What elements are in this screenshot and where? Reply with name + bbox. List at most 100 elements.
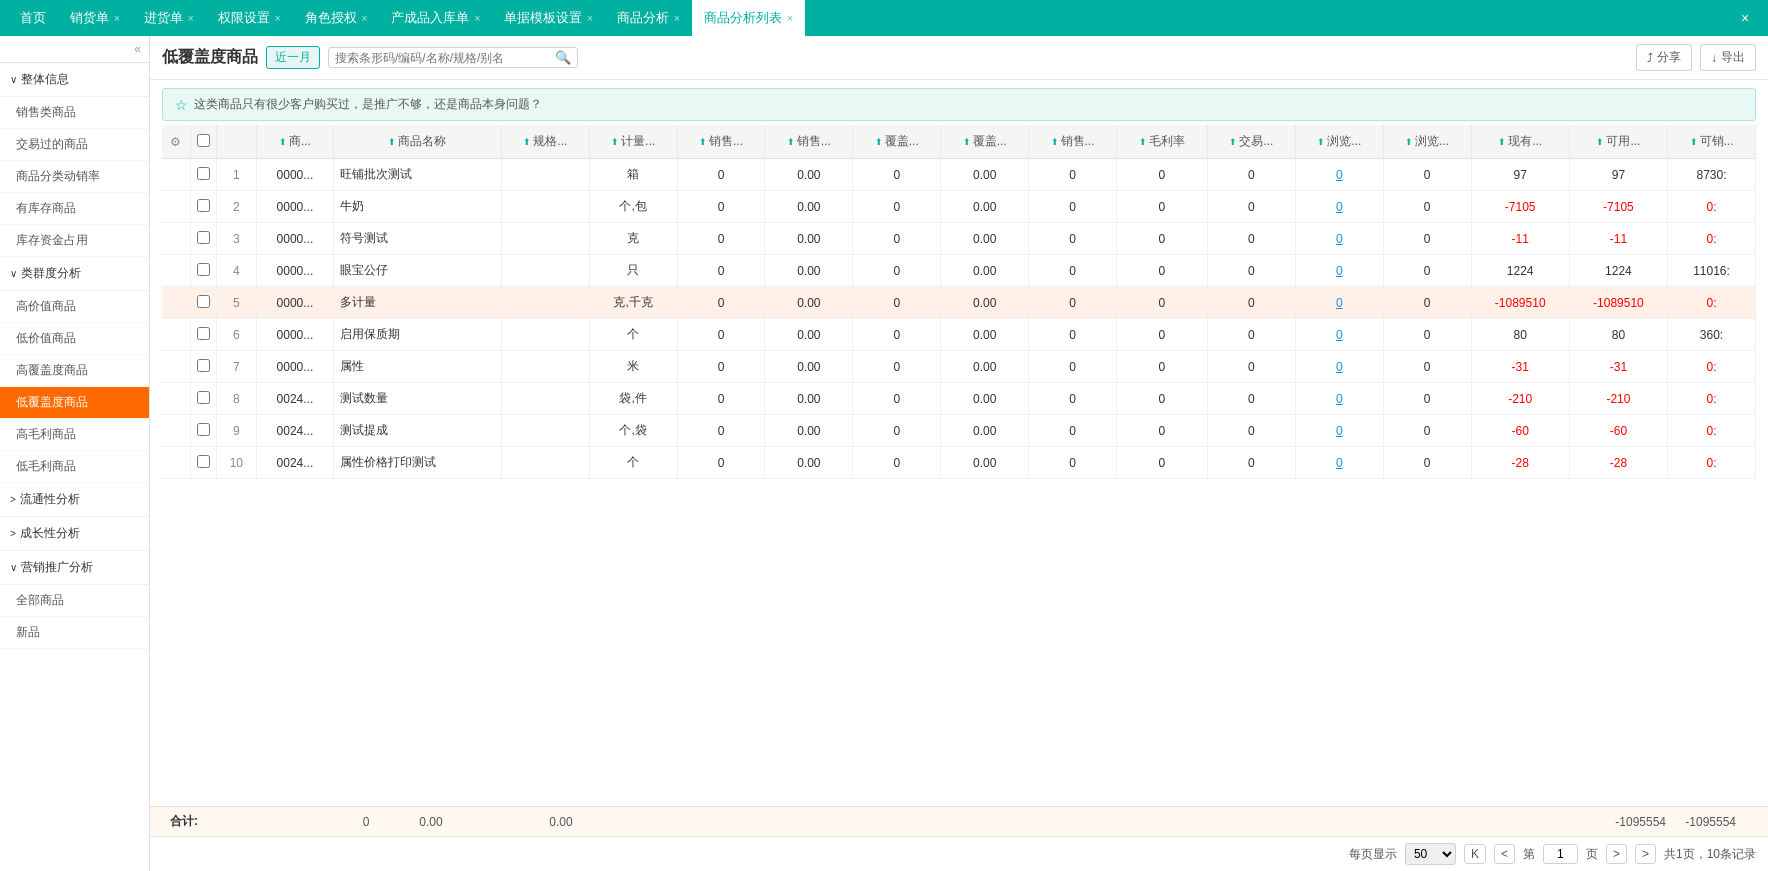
row-browse-a[interactable]: 0	[1295, 223, 1383, 255]
table-container[interactable]: ⚙ ⬆商... ⬆商品名称 ⬆规格... ⬆计量... ⬆销售... ⬆销售..…	[150, 125, 1768, 806]
th-trade[interactable]: ⬆交易...	[1207, 125, 1295, 159]
th-cover-b[interactable]: ⬆覆盖...	[941, 125, 1029, 159]
nav-purchase[interactable]: 进货单 ×	[132, 0, 206, 36]
nav-role-close[interactable]: ×	[362, 13, 368, 24]
search-input[interactable]	[335, 51, 555, 65]
row-settings[interactable]	[162, 415, 190, 447]
row-checkbox[interactable]	[190, 447, 216, 479]
row-settings[interactable]	[162, 255, 190, 287]
row-browse-a[interactable]: 0	[1295, 415, 1383, 447]
sidebar-item-low-margin[interactable]: 低毛利商品	[0, 451, 149, 483]
row-browse-a[interactable]: 0	[1295, 447, 1383, 479]
th-sales-qty[interactable]: ⬆销售...	[677, 125, 765, 159]
th-name[interactable]: ⬆商品名称	[333, 125, 501, 159]
select-all-checkbox[interactable]	[197, 134, 210, 147]
nav-product-analysis[interactable]: 商品分析 ×	[605, 0, 692, 36]
sidebar-item-all-goods[interactable]: 全部商品	[0, 585, 149, 617]
row-browse-a[interactable]: 0	[1295, 319, 1383, 351]
row-browse-a[interactable]: 0	[1295, 255, 1383, 287]
row-settings[interactable]	[162, 223, 190, 255]
row-settings[interactable]	[162, 319, 190, 351]
sidebar-item-sales-goods[interactable]: 销售类商品	[0, 97, 149, 129]
sidebar-item-low-value[interactable]: 低价值商品	[0, 323, 149, 355]
row-browse-a[interactable]: 0	[1295, 351, 1383, 383]
last-page-btn[interactable]: >	[1635, 844, 1656, 864]
nav-role[interactable]: 角色授权 ×	[293, 0, 380, 36]
sidebar-item-category-rate[interactable]: 商品分类动销率	[0, 161, 149, 193]
nav-home[interactable]: 首页	[8, 0, 58, 36]
th-browse-a[interactable]: ⬆浏览...	[1295, 125, 1383, 159]
per-page-select[interactable]: 50 100 200	[1405, 843, 1456, 865]
th-spec[interactable]: ⬆规格...	[501, 125, 589, 159]
first-page-btn[interactable]: K	[1464, 844, 1486, 864]
th-settings[interactable]: ⚙	[162, 125, 190, 159]
th-unit[interactable]: ⬆计量...	[589, 125, 677, 159]
next-page-btn[interactable]: >	[1606, 844, 1627, 864]
row-checkbox[interactable]	[190, 319, 216, 351]
row-settings[interactable]	[162, 447, 190, 479]
sidebar-item-stock-capital[interactable]: 库存资金占用	[0, 225, 149, 257]
nav-template[interactable]: 单据模板设置 ×	[492, 0, 605, 36]
sidebar-item-high-margin[interactable]: 高毛利商品	[0, 419, 149, 451]
sidebar-collapse-btn[interactable]: «	[0, 36, 149, 63]
nav-product-warehouse-close[interactable]: ×	[474, 13, 480, 24]
row-settings[interactable]	[162, 351, 190, 383]
nav-product-analysis-list[interactable]: 商品分析列表 ×	[692, 0, 805, 36]
row-checkbox[interactable]	[190, 223, 216, 255]
nav-product-warehouse[interactable]: 产成品入库单 ×	[379, 0, 492, 36]
search-icon[interactable]: 🔍	[555, 50, 571, 65]
th-gross-rate[interactable]: ⬆毛利率	[1116, 125, 1207, 159]
sidebar-item-traded-goods[interactable]: 交易过的商品	[0, 129, 149, 161]
row-settings[interactable]	[162, 159, 190, 191]
nav-purchase-close[interactable]: ×	[188, 13, 194, 24]
row-checkbox[interactable]	[190, 415, 216, 447]
nav-product-analysis-list-close[interactable]: ×	[787, 13, 793, 24]
nav-template-close[interactable]: ×	[587, 13, 593, 24]
row-checkbox[interactable]	[190, 287, 216, 319]
sidebar-section-growth[interactable]: > 成长性分析	[0, 517, 149, 551]
row-checkbox[interactable]	[190, 255, 216, 287]
sidebar-item-stocked-goods[interactable]: 有库存商品	[0, 193, 149, 225]
search-box[interactable]: 🔍	[328, 47, 578, 68]
sidebar-item-high-value[interactable]: 高价值商品	[0, 291, 149, 323]
export-button[interactable]: ↓ 导出	[1700, 44, 1756, 71]
row-settings[interactable]	[162, 383, 190, 415]
row-checkbox[interactable]	[190, 159, 216, 191]
row-settings[interactable]	[162, 191, 190, 223]
sidebar-item-high-coverage[interactable]: 高覆盖度商品	[0, 355, 149, 387]
nav-sales[interactable]: 销货单 ×	[58, 0, 132, 36]
share-button[interactable]: ⤴ 分享	[1636, 44, 1692, 71]
sidebar-section-marketing[interactable]: ∨ 营销推广分析	[0, 551, 149, 585]
page-input[interactable]	[1543, 844, 1578, 864]
th-code[interactable]: ⬆商...	[257, 125, 334, 159]
th-curr-stock[interactable]: ⬆现有...	[1471, 125, 1569, 159]
row-settings[interactable]	[162, 287, 190, 319]
row-checkbox[interactable]	[190, 351, 216, 383]
row-browse-a[interactable]: 0	[1295, 159, 1383, 191]
nav-permission[interactable]: 权限设置 ×	[206, 0, 293, 36]
row-browse-a[interactable]: 0	[1295, 191, 1383, 223]
th-avail-stock[interactable]: ⬆可用...	[1569, 125, 1667, 159]
th-cover-a[interactable]: ⬆覆盖...	[853, 125, 941, 159]
th-sales-amt[interactable]: ⬆销售...	[765, 125, 853, 159]
sidebar-section-cluster[interactable]: ∨ 类群度分析	[0, 257, 149, 291]
row-browse-a[interactable]: 0	[1295, 383, 1383, 415]
prev-page-btn[interactable]: <	[1494, 844, 1515, 864]
nav-product-analysis-close[interactable]: ×	[674, 13, 680, 24]
row-checkbox[interactable]	[190, 383, 216, 415]
nav-permission-close[interactable]: ×	[275, 13, 281, 24]
row-browse-a[interactable]: 0	[1295, 287, 1383, 319]
period-button[interactable]: 近一月	[266, 46, 320, 69]
row-checkbox[interactable]	[190, 191, 216, 223]
sidebar-item-new-goods[interactable]: 新品	[0, 617, 149, 649]
sidebar-section-liquidity[interactable]: > 流通性分析	[0, 483, 149, 517]
sidebar-section-overall[interactable]: ∨ 整体信息	[0, 63, 149, 97]
th-checkbox[interactable]	[190, 125, 216, 159]
th-browse-b[interactable]: ⬆浏览...	[1383, 125, 1471, 159]
th-saleable[interactable]: ⬆可销...	[1668, 125, 1756, 159]
sidebar-item-low-coverage[interactable]: 低覆盖度商品	[0, 387, 149, 419]
nav-sales-close[interactable]: ×	[114, 13, 120, 24]
window-close-button[interactable]: ×	[1730, 0, 1760, 36]
th-sales-c[interactable]: ⬆销售...	[1029, 125, 1117, 159]
table-row: 4 0000... 眼宝公仔 只 0 0.00 0 0.00 0 0 0 0 0…	[162, 255, 1756, 287]
